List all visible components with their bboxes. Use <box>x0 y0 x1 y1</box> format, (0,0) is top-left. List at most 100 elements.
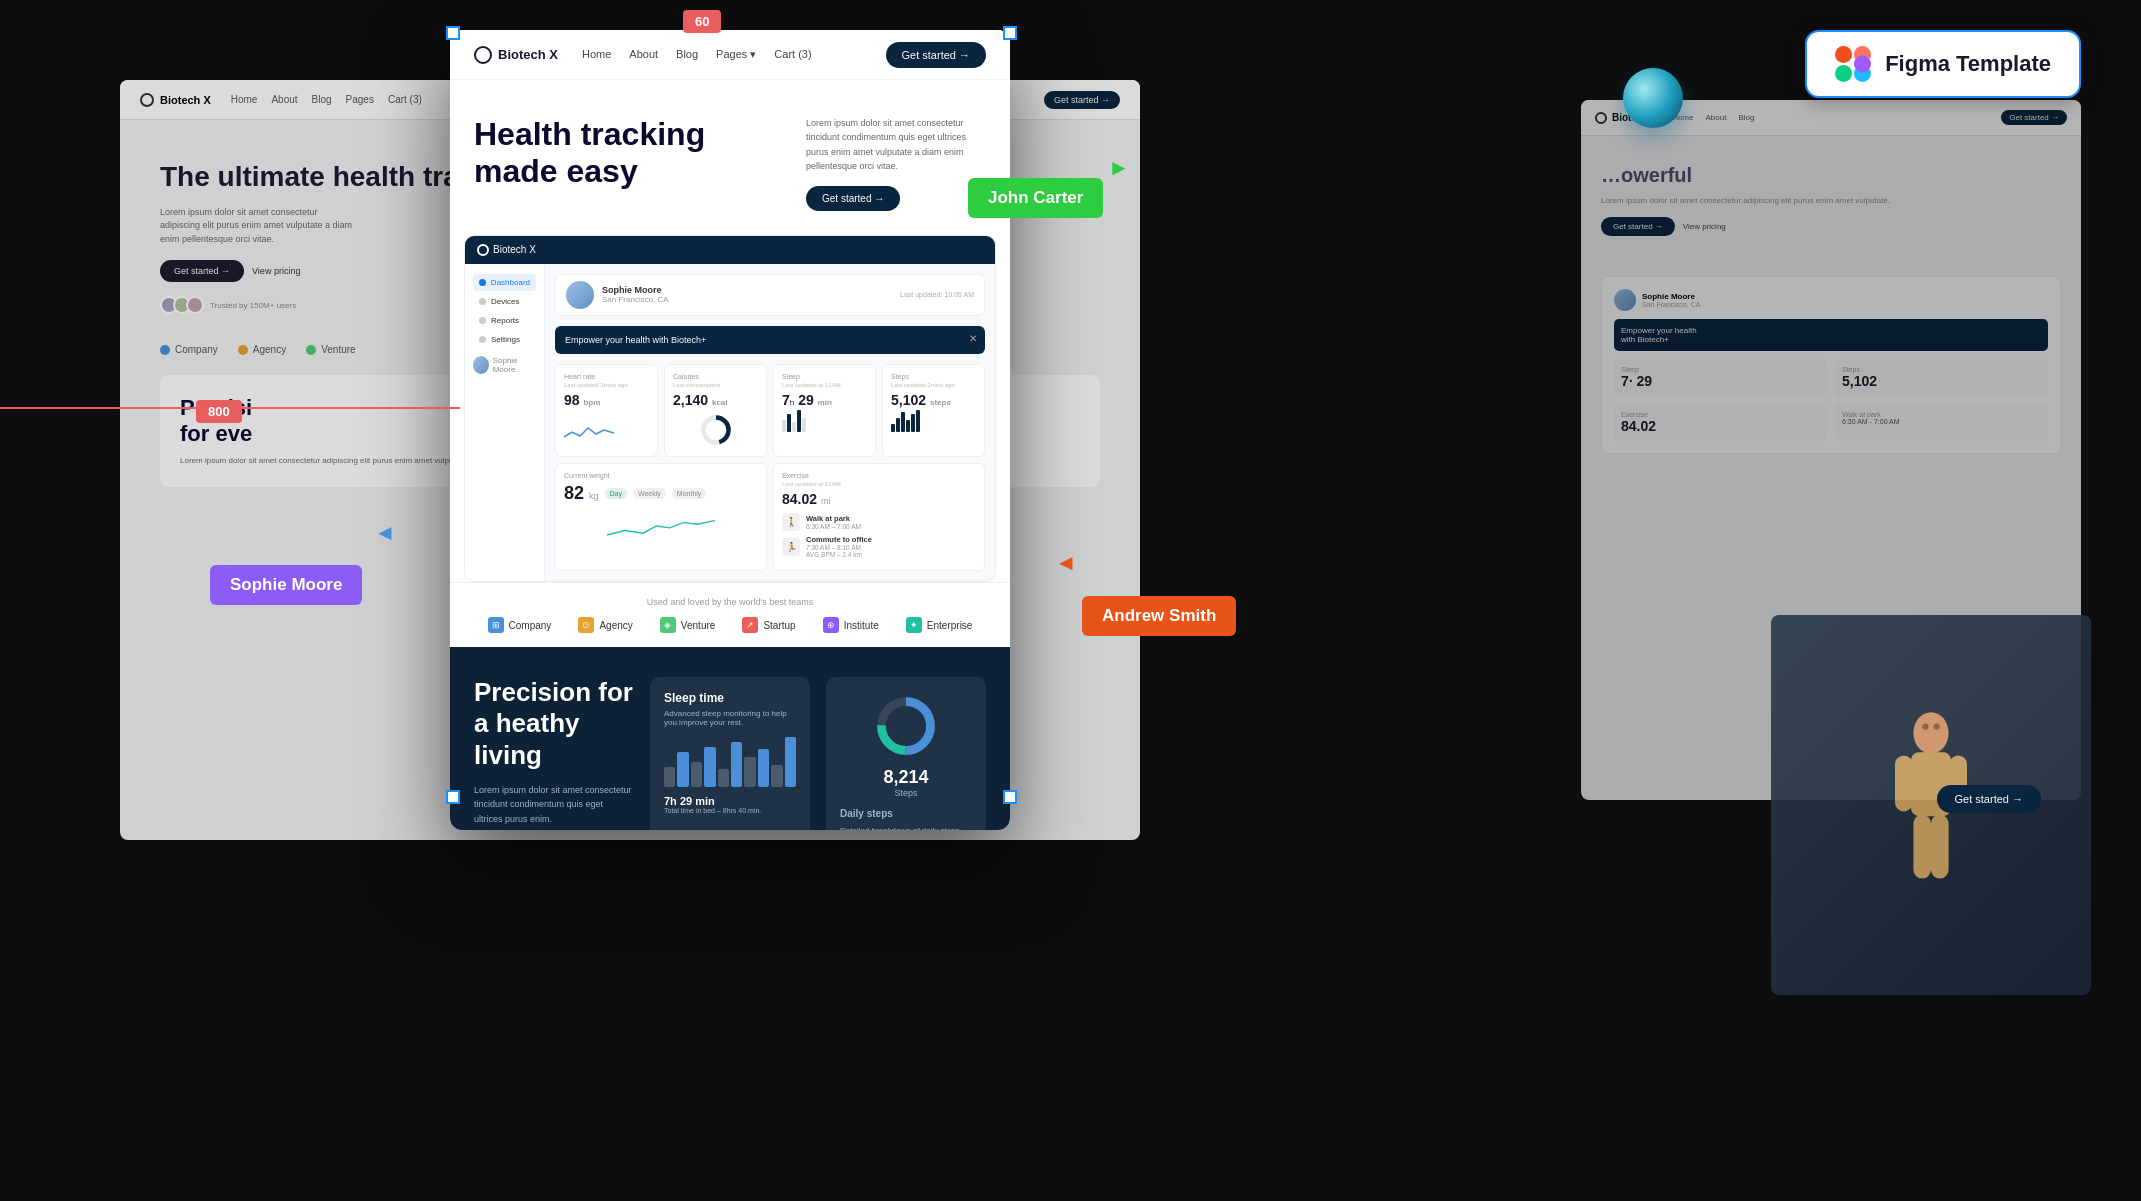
right-stat-exercise: Walk at park 6:30 AM - 7:00 AM <box>1835 404 2048 441</box>
right-stat-steps: Steps 5,102 <box>1835 359 2048 396</box>
hero-left: Health tracking made easy <box>474 116 786 211</box>
sidebar-dashboard: Dashboard <box>473 274 536 291</box>
empower-close[interactable]: ✕ <box>969 332 977 346</box>
companies-section: Used and loved by the world's best teams… <box>450 582 1010 647</box>
company-startup: ↗ Startup <box>742 617 795 633</box>
right-get-started-btn[interactable]: Get started → <box>1601 217 1675 236</box>
companies-title: Used and loved by the world's best teams <box>474 597 986 607</box>
svg-point-12 <box>1933 723 1939 729</box>
sidebar-devices: Devices <box>473 293 536 310</box>
bg-avatar-3 <box>186 296 204 314</box>
steps-bar-chart <box>891 408 976 432</box>
stat-calories: Calories Last consumption 2,140 kcal <box>664 364 767 457</box>
empower-card: Empower your health with Biotech+ ✕ <box>555 326 985 355</box>
sleep-bar-chart-large <box>664 737 796 787</box>
company-company: ⊞ Company <box>488 617 552 633</box>
sleep-card: Sleep time Advanced sleep monitoring to … <box>650 677 810 830</box>
stats-grid: Heart rate Last updated 3mins ago 98 bpm… <box>555 364 985 457</box>
bg-get-started-btn[interactable]: Get started → <box>160 260 244 282</box>
dash-logo-circle <box>477 244 489 256</box>
bg-tab-company[interactable]: Company <box>160 344 218 355</box>
sleep-bar-chart <box>782 408 867 432</box>
weight-badge-weekly: Weekly <box>633 488 666 499</box>
weight-sparkline <box>564 508 758 544</box>
company-venture: ◈ Venture <box>660 617 715 633</box>
main-logo: Biotech X <box>474 46 558 64</box>
dash-sidebar: Dashboard Devices Reports Settings Sophi… <box>465 264 545 582</box>
company-icon-startup: ↗ <box>742 617 758 633</box>
john-carter-label: John Carter <box>968 178 1103 218</box>
right-stat-weight: Exercise 84.02 <box>1614 404 1827 441</box>
dash-avatar-small <box>473 356 489 374</box>
right-dashboard-preview: Sophie Moore San Francisco, CA Empower y… <box>1601 276 2061 454</box>
svg-point-17 <box>1854 55 1871 72</box>
sidebar-reports: Reports <box>473 312 536 329</box>
dimension-left: 800 <box>196 400 242 423</box>
dash-logo: Biotech X <box>477 244 536 256</box>
section2: Precision for a heathy living Lorem ipsu… <box>450 647 1010 830</box>
dash-content: Sophie Moore San Francisco, CA Last upda… <box>545 264 995 582</box>
sidebar-dot-dashboard <box>479 279 486 286</box>
hero-heading: Health tracking made easy <box>474 116 786 190</box>
exercise-icon-commute: 🏃 <box>782 538 800 556</box>
exercise-icon-walk: 🚶 <box>782 513 800 531</box>
main-nav: Biotech X Home About Blog Pages ▾ Cart (… <box>450 30 1010 80</box>
hero-description: Lorem ipsum dolor sit amet consectetur t… <box>806 116 986 174</box>
stat-steps: Steps Last updated 3mins ago 5,102 steps <box>882 364 985 457</box>
company-icon-venture: ◈ <box>660 617 676 633</box>
dash-body: Dashboard Devices Reports Settings Sophi… <box>465 264 995 582</box>
user-avatar <box>566 281 594 309</box>
bg-tab-agency[interactable]: Agency <box>238 344 286 355</box>
heart-sparkline <box>564 412 649 442</box>
weight-badge: Day <box>605 488 627 499</box>
selection-handle-tr <box>1003 26 1017 40</box>
hero-cta-btn[interactable]: Get started → <box>806 186 900 211</box>
sidebar-settings: Settings <box>473 331 536 348</box>
dashboard-preview: Biotech X Dashboard Devices Reports <box>464 235 996 583</box>
cursor-blue-arrow: ◄ <box>374 520 396 546</box>
sleep-stat-time: 7h 29 min Total time in bed – 8hrs 40 mi… <box>664 795 761 814</box>
figma-template-label: Figma Template <box>1885 51 2051 77</box>
main-mockup: Biotech X Home About Blog Pages ▾ Cart (… <box>450 30 1010 830</box>
sleep-card-desc: Advanced sleep monitoring to help you im… <box>664 709 796 727</box>
bg-view-pricing-btn[interactable]: View pricing <box>252 266 300 276</box>
bg-hero-para: Lorem ipsum dolor sit amet consectetur a… <box>160 206 360 247</box>
figma-icon <box>1835 46 1871 82</box>
company-agency: ⊙ Agency <box>578 617 632 633</box>
figma-template-badge: Figma Template <box>1805 30 2081 98</box>
stat-sleep: Sleep Last updated at 11AM 7h 29 min <box>773 364 876 457</box>
user-info: Sophie Moore San Francisco, CA <box>602 285 669 304</box>
exercise-item-1: 🚶 Walk at park 6:30 AM – 7:00 AM <box>782 513 976 531</box>
sleep-stats-row: 7h 29 min Total time in bed – 8hrs 40 mi… <box>664 795 796 814</box>
stats-row2: Current weight 82 kg Day Weekly Monthly <box>555 463 985 571</box>
section2-grid: Precision for a heathy living Lorem ipsu… <box>474 677 986 830</box>
bg-tab-venture[interactable]: Venture <box>306 344 355 355</box>
svg-rect-15 <box>1835 65 1852 82</box>
selection-handle-tl <box>446 26 460 40</box>
company-icon-company: ⊞ <box>488 617 504 633</box>
sleep-card-title: Sleep time <box>664 691 796 705</box>
right-view-pricing-btn[interactable]: View pricing <box>1683 217 1726 236</box>
steps-value: 8,214 <box>840 767 972 788</box>
svg-point-5 <box>1913 712 1948 754</box>
company-icon-agency: ⊙ <box>578 617 594 633</box>
steps-card: 8,214 Steps Daily steps Detailed breakdo… <box>826 677 986 830</box>
svg-rect-10 <box>1931 815 1949 879</box>
dimension-top: 60 <box>683 10 721 33</box>
exercise-image <box>1771 615 2091 995</box>
hero-right: Lorem ipsum dolor sit amet consectetur t… <box>806 116 986 211</box>
main-cta-btn[interactable]: Get started → <box>886 42 986 68</box>
calories-donut <box>698 412 734 448</box>
cursor-red-arrow: ► <box>1055 550 1077 576</box>
exercise-card: Exercise Last updated at 11AM 84.02 mi 🚶… <box>773 463 985 571</box>
sidebar-dot-devices <box>479 298 486 305</box>
right-cta-btn-overlay[interactable]: Get started → <box>1937 785 2041 813</box>
bg-trusted-text: Trusted by 150M+ users <box>210 301 296 310</box>
company-icon-enterprise: ✦ <box>906 617 922 633</box>
exercise-photo <box>1771 615 2091 995</box>
main-nav-links: Home About Blog Pages ▾ Cart (3) <box>582 48 862 61</box>
svg-rect-7 <box>1895 755 1913 811</box>
steps-label: Steps <box>840 788 972 798</box>
main-hero: Health tracking made easy Lorem ipsum do… <box>450 80 1010 235</box>
svg-rect-13 <box>1835 46 1852 63</box>
